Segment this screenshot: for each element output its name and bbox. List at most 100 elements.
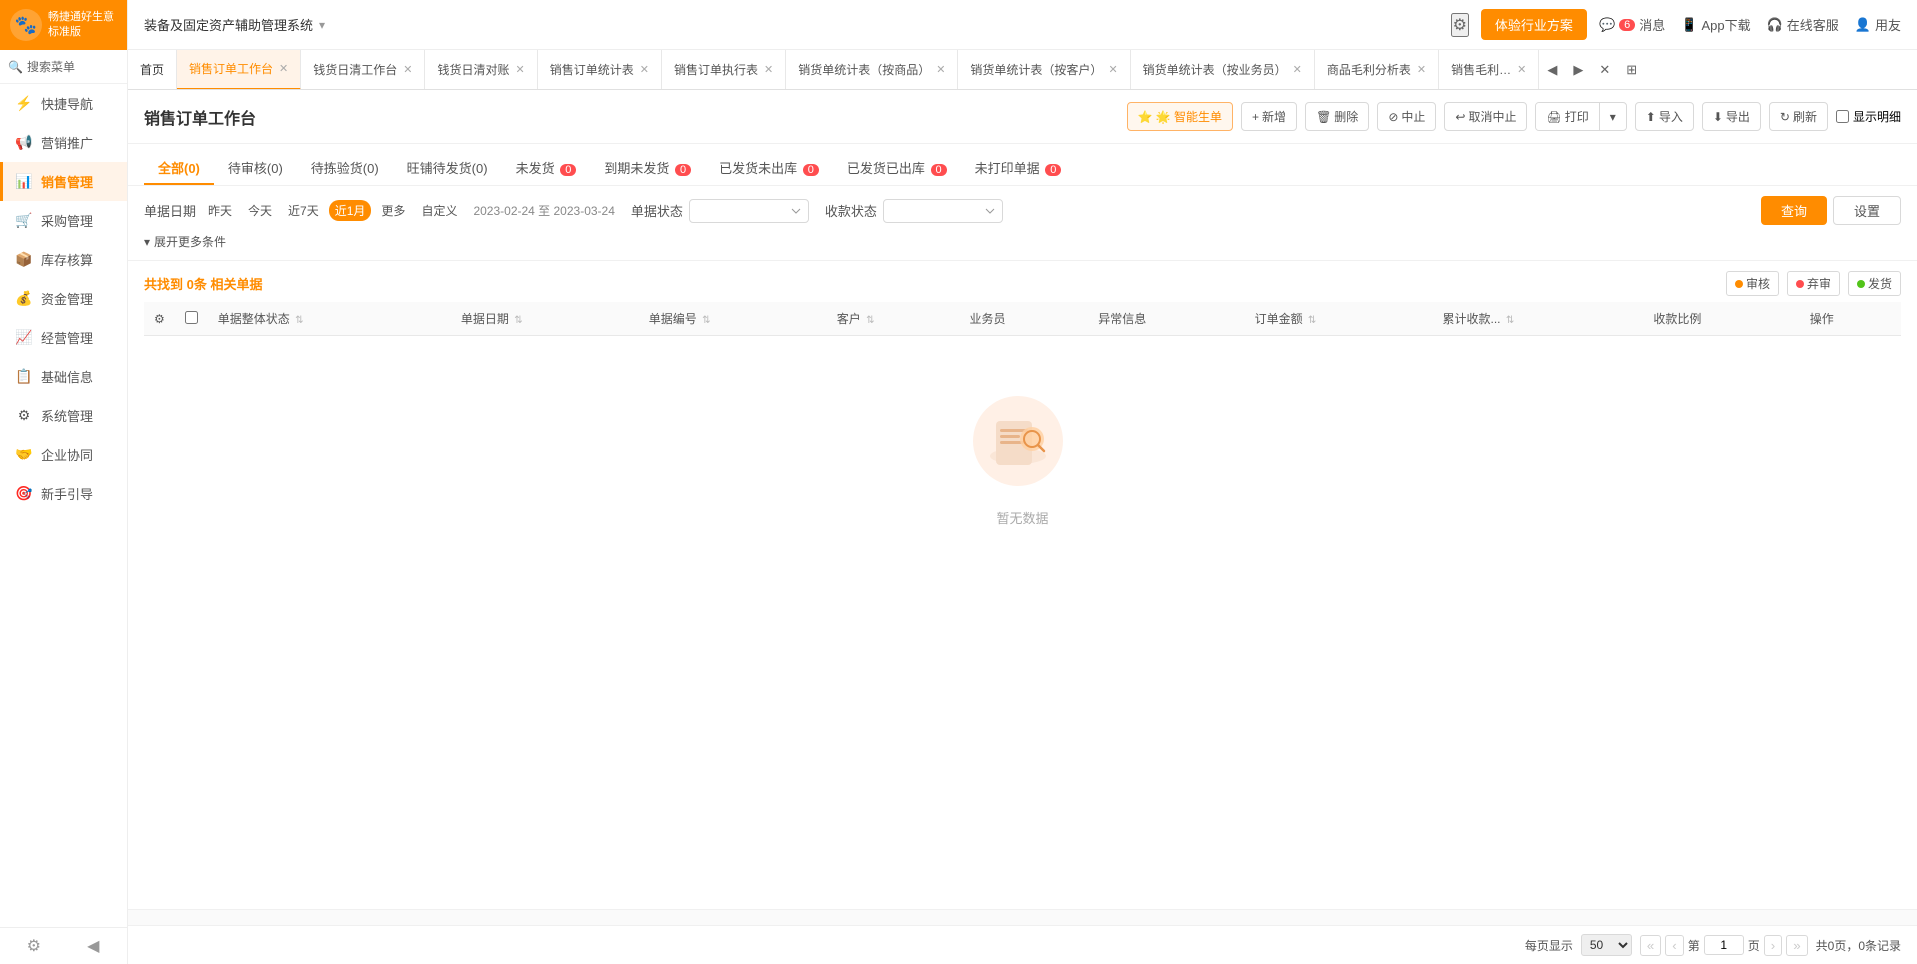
tab-next-btn[interactable]: ▶ (1565, 50, 1591, 90)
tab-sales-stat-customer[interactable]: 销货单统计表（按客户） ✕ (958, 50, 1130, 90)
tab-close-icon[interactable]: ✕ (403, 63, 412, 76)
tab-close-icon[interactable]: ✕ (1293, 63, 1302, 76)
tab-expand-btn[interactable]: ⊞ (1618, 50, 1645, 90)
tab-product-profit[interactable]: 商品毛利分析表 ✕ (1315, 50, 1439, 90)
sort-icon[interactable]: ⇅ (1506, 315, 1514, 326)
settings-btn[interactable]: ⚙ (1451, 13, 1469, 37)
sort-icon[interactable]: ⇅ (866, 315, 874, 326)
sidebar-item-enterprise[interactable]: 🤝 企业协同 (0, 435, 127, 474)
sort-icon[interactable]: ⇅ (295, 315, 303, 326)
tab-close-icon[interactable]: ✕ (640, 63, 649, 76)
sidebar-settings-btn[interactable]: ⚙ (8, 936, 60, 956)
print-btn[interactable]: 🖨 打印 (1536, 103, 1599, 130)
industry-solution-btn[interactable]: 体验行业方案 (1481, 9, 1587, 40)
sub-tab-wangpu[interactable]: 旺铺待发货(0) (393, 152, 502, 185)
print-dropdown-btn[interactable]: ▾ (1600, 105, 1626, 129)
sidebar-item-label: 采购管理 (41, 211, 93, 230)
scrollbar-area[interactable] (128, 909, 1917, 925)
sidebar-item-inventory[interactable]: 📦 库存核算 (0, 240, 127, 279)
sidebar-item-quick-nav[interactable]: ⚡ 快捷导航 (0, 84, 127, 123)
message-btn[interactable]: 💬 6 消息 (1599, 15, 1665, 34)
sidebar-item-system[interactable]: ⚙ 系统管理 (0, 396, 127, 435)
marketing-icon: 📢 (15, 134, 33, 152)
query-btn[interactable]: 查询 (1761, 196, 1827, 225)
delete-btn[interactable]: 🗑 删除 (1305, 102, 1369, 131)
tab-sales-gross[interactable]: 销售毛利… ✕ (1439, 50, 1539, 90)
tab-cash-reconcile[interactable]: 钱货日清对账 ✕ (425, 50, 537, 90)
tab-sales-stat[interactable]: 销售订单统计表 ✕ (538, 50, 662, 90)
sort-icon[interactable]: ⇅ (514, 315, 522, 326)
quick-review-btn[interactable]: 审核 (1726, 271, 1779, 296)
import-btn[interactable]: ⬆ 导入 (1635, 102, 1694, 131)
sidebar-item-marketing[interactable]: 📢 营销推广 (0, 123, 127, 162)
app-download-btn[interactable]: 📱 App下载 (1681, 15, 1750, 34)
smart-create-btn[interactable]: ⭐ 🌟 智能生单 (1127, 102, 1233, 131)
tab-close-icon[interactable]: ✕ (764, 63, 773, 76)
tab-sales-stat-product[interactable]: 销货单统计表（按商品） ✕ (786, 50, 958, 90)
tab-home[interactable]: 首页 (128, 50, 177, 90)
quick-ship-btn[interactable]: 发货 (1848, 271, 1901, 296)
sort-icon[interactable]: ⇅ (702, 315, 710, 326)
user-menu-btn[interactable]: 👤 用友 (1855, 15, 1901, 34)
refresh-btn[interactable]: ↻ 刷新 (1769, 102, 1828, 131)
prev-page-btn[interactable]: ‹ (1665, 935, 1683, 956)
title-dropdown-icon[interactable]: ▾ (319, 18, 325, 32)
sidebar-item-operation[interactable]: 📈 经营管理 (0, 318, 127, 357)
detail-checkbox-label[interactable]: 显示明细 (1836, 108, 1901, 125)
tab-prev-btn[interactable]: ◀ (1539, 50, 1565, 90)
tab-close-icon[interactable]: ✕ (1517, 63, 1526, 76)
page-number-input[interactable] (1704, 935, 1744, 955)
sub-tab-pending-receive[interactable]: 待拣验货(0) (297, 152, 393, 185)
sub-tab-not-printed[interactable]: 未打印单据 0 (961, 152, 1076, 185)
tab-sales-exec[interactable]: 销售订单执行表 ✕ (662, 50, 786, 90)
tab-close-icon[interactable]: ✕ (1417, 63, 1426, 76)
tab-close-icon[interactable]: ✕ (516, 63, 525, 76)
online-service-btn[interactable]: 🎧 在线客服 (1767, 15, 1839, 34)
detail-checkbox[interactable] (1836, 110, 1849, 123)
system-icon: ⚙ (15, 407, 33, 425)
sub-tab-pending-review[interactable]: 待审核(0) (214, 152, 297, 185)
sidebar-item-sales[interactable]: 📊 销售管理 (0, 162, 127, 201)
search-menu[interactable]: 🔍 搜索菜单 (0, 50, 127, 84)
sub-tab-not-shipped[interactable]: 未发货 0 (502, 152, 591, 185)
quick-cancel-review-btn[interactable]: 弃审 (1787, 271, 1840, 296)
sub-tab-shipped-out[interactable]: 已发货已出库 0 (833, 152, 961, 185)
tab-cash-daily[interactable]: 钱货日清工作台 ✕ (301, 50, 425, 90)
date-today[interactable]: 今天 (242, 200, 278, 221)
per-page-select[interactable]: 50 100 200 (1581, 934, 1632, 956)
sub-tab-all[interactable]: 全部(0) (144, 152, 214, 185)
date-more[interactable]: 更多 (375, 200, 411, 221)
sidebar-item-basic[interactable]: 📋 基础信息 (0, 357, 127, 396)
select-all-checkbox[interactable] (185, 311, 198, 324)
tab-close-icon[interactable]: ✕ (1108, 63, 1117, 76)
sub-tab-expired-not-shipped[interactable]: 到期未发货 0 (590, 152, 705, 185)
page-content: 销售订单工作台 ⭐ 🌟 智能生单 + 新增 🗑 删除 ⊘ (128, 90, 1917, 964)
first-page-btn[interactable]: « (1640, 935, 1661, 956)
col-settings[interactable]: ⚙ (144, 302, 175, 336)
date-custom[interactable]: 自定义 (415, 200, 463, 221)
tab-close-all-btn[interactable]: ✕ (1591, 50, 1618, 90)
filter-setting-btn[interactable]: 设置 (1833, 196, 1901, 225)
tab-sales-workbench[interactable]: 销售订单工作台 ✕ (177, 50, 301, 90)
sidebar-item-purchase[interactable]: 🛒 采购管理 (0, 201, 127, 240)
date-7days[interactable]: 近7天 (282, 200, 325, 221)
sub-tab-shipped-not-out[interactable]: 已发货未出库 0 (705, 152, 833, 185)
date-yesterday[interactable]: 昨天 (202, 200, 238, 221)
cancel-stop-btn[interactable]: ↩ 取消中止 (1444, 102, 1527, 131)
sidebar-item-guide[interactable]: 🎯 新手引导 (0, 474, 127, 513)
stop-btn[interactable]: ⊘ 中止 (1377, 102, 1436, 131)
sort-icon[interactable]: ⇅ (1308, 315, 1316, 326)
sidebar-item-finance[interactable]: 💰 资金管理 (0, 279, 127, 318)
export-btn[interactable]: ⬇ 导出 (1702, 102, 1761, 131)
next-page-btn[interactable]: › (1764, 935, 1782, 956)
tab-close-icon[interactable]: ✕ (936, 63, 945, 76)
tab-close-icon[interactable]: ✕ (279, 62, 288, 75)
last-page-btn[interactable]: » (1786, 935, 1807, 956)
sidebar-collapse-btn[interactable]: ◀ (68, 936, 120, 956)
expand-more-btn[interactable]: ▾ 展开更多条件 (144, 233, 1901, 250)
date-1month[interactable]: 近1月 (329, 200, 372, 221)
payment-filter-select[interactable] (883, 199, 1003, 223)
status-filter-select[interactable] (689, 199, 809, 223)
tab-sales-stat-staff[interactable]: 销货单统计表（按业务员） ✕ (1131, 50, 1315, 90)
add-btn[interactable]: + 新增 (1241, 102, 1297, 131)
